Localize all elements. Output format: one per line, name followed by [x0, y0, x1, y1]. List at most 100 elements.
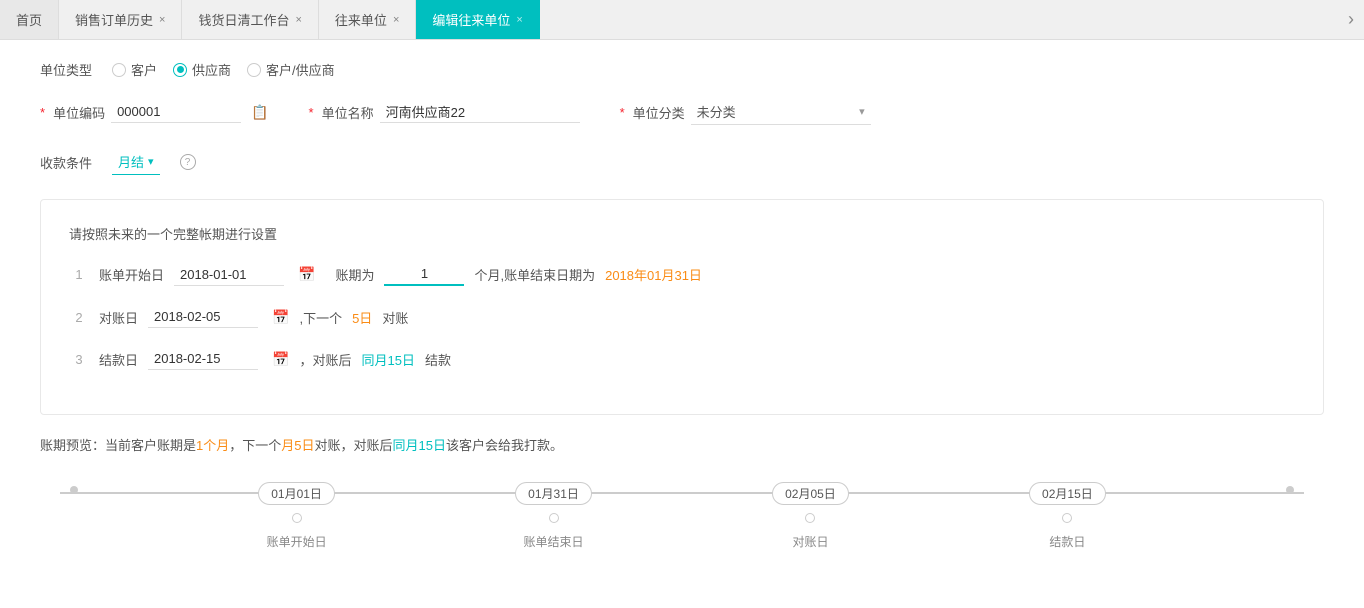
period-suffix-mid-2: 对账: [382, 308, 408, 327]
calendar-icon-2[interactable]: 📅: [272, 309, 289, 326]
period-row-1: 1 账单开始日 📅 账期为 个月,账单结束日期为 2018年01月31日: [69, 263, 1295, 286]
payment-label: 收款条件: [40, 153, 92, 172]
radio-supplier[interactable]: 供应商: [173, 60, 231, 79]
radio-both-circle: [247, 63, 261, 77]
preview-pay-day: 同月15日: [393, 438, 446, 453]
tab-edit-partner-label: 编辑往来单位: [432, 10, 510, 29]
timeline-node-1: 01月01日 账单开始日: [258, 482, 335, 550]
radio-customer-circle: [112, 63, 126, 77]
period-suffix-mid-1: 个月,账单结束日期为: [474, 265, 595, 284]
tab-partner-close[interactable]: ×: [393, 14, 399, 26]
tab-cash-work[interactable]: 钱货日清工作台 ×: [182, 0, 318, 39]
timeline-endpoint-left: [70, 486, 78, 494]
timeline-dot-4: [1062, 513, 1072, 523]
category-required-star: *: [620, 105, 625, 120]
tab-cash-work-label: 钱货日清工作台: [198, 10, 289, 29]
unit-category-dropdown[interactable]: 未分类 ▾: [691, 99, 871, 125]
tab-bar: 首页 销售订单历史 × 钱货日清工作台 × 往来单位 × 编辑往来单位 × ›: [0, 0, 1364, 40]
unit-category-label: 单位分类: [633, 103, 685, 122]
radio-supplier-label: 供应商: [192, 60, 231, 79]
unit-category-group: * 单位分类 未分类 ▾: [620, 99, 871, 125]
timeline-node-2: 01月31日 账单结束日: [515, 482, 592, 550]
code-required-star: *: [40, 105, 45, 120]
period-num-1: 1: [69, 267, 89, 282]
preview-mid1: ，下一个: [229, 438, 281, 453]
period-date-3[interactable]: [148, 348, 258, 370]
timeline-date-1: 01月01日: [258, 482, 335, 505]
calendar-icon-1[interactable]: 📅: [298, 266, 315, 283]
period-month-input[interactable]: [384, 263, 464, 286]
timeline-label-4: 结款日: [1049, 533, 1085, 550]
tab-home-label: 首页: [16, 10, 42, 29]
calendar-icon-3[interactable]: 📅: [272, 351, 289, 368]
timeline-date-2: 01月31日: [515, 482, 592, 505]
unit-type-row: 单位类型 客户 供应商 客户/供应商: [40, 60, 1324, 79]
copy-icon[interactable]: 📋: [251, 104, 268, 121]
tab-sales-history-label: 销售订单历史: [75, 10, 153, 29]
timeline-date-3: 02月05日: [772, 482, 849, 505]
tab-sales-history[interactable]: 销售订单历史 ×: [59, 0, 182, 39]
period-num-2: 2: [69, 310, 89, 325]
timeline-date-4: 02月15日: [1029, 482, 1106, 505]
payment-row: 收款条件 月结 ▾ ?: [40, 149, 1324, 175]
unit-code-group: * 单位编码 📋: [40, 101, 269, 123]
main-content: 单位类型 客户 供应商 客户/供应商 * 单位编码 📋 *: [0, 40, 1364, 608]
unit-code-input[interactable]: [111, 101, 241, 123]
period-suffix-mid-3: 结款: [425, 350, 451, 369]
tab-home[interactable]: 首页: [0, 0, 59, 39]
timeline-left-end: [70, 482, 78, 550]
period-type-2: 对账日: [99, 308, 138, 327]
period-next-2: 5日: [352, 308, 372, 327]
chevron-right-icon: ›: [1348, 9, 1354, 30]
name-required-star: *: [309, 105, 314, 120]
radio-customer-label: 客户: [131, 60, 157, 79]
timeline-node-4: 02月15日 结款日: [1029, 482, 1106, 550]
period-date-2[interactable]: [148, 306, 258, 328]
payment-chevron-icon: ▾: [148, 155, 154, 168]
unit-type-label: 单位类型: [40, 60, 92, 79]
period-date-1[interactable]: [174, 264, 284, 286]
period-suffix-pre-1: 账期为: [335, 265, 374, 284]
preview-period: 1个月: [196, 438, 229, 453]
timeline-section: 01月01日 账单开始日 01月31日 账单结束日 02月05日 对账日 02月…: [40, 482, 1324, 550]
timeline-dot-1: [292, 513, 302, 523]
period-type-3: 结款日: [99, 350, 138, 369]
tab-sales-history-close[interactable]: ×: [159, 14, 165, 26]
period-end-date-1: 2018年01月31日: [605, 265, 702, 284]
tab-edit-partner[interactable]: 编辑往来单位 ×: [416, 0, 539, 39]
tab-edit-partner-close[interactable]: ×: [516, 14, 522, 26]
unit-details-row: * 单位编码 📋 * 单位名称 * 单位分类 未分类 ▾: [40, 99, 1324, 125]
period-row-2: 2 对账日 📅 ,下一个 5日 对账: [69, 306, 1295, 328]
radio-supplier-circle: [173, 63, 187, 77]
tab-partner[interactable]: 往来单位 ×: [319, 0, 416, 39]
unit-code-label: 单位编码: [53, 103, 105, 122]
timeline-dot-3: [805, 513, 815, 523]
tab-cash-work-close[interactable]: ×: [295, 14, 301, 26]
unit-type-radio-group: 客户 供应商 客户/供应商: [112, 60, 335, 79]
period-suffix-pre-2: ,下一个: [299, 308, 342, 327]
radio-both-label: 客户/供应商: [266, 60, 335, 79]
unit-category-value: 未分类: [697, 102, 855, 121]
period-type-1: 账单开始日: [99, 265, 164, 284]
panel-hint: 请按照未来的一个完整帐期进行设置: [69, 224, 1295, 243]
radio-both[interactable]: 客户/供应商: [247, 60, 335, 79]
chevron-down-icon: ▾: [859, 105, 865, 118]
tab-expand-button[interactable]: ›: [1338, 0, 1364, 39]
timeline-right-end: [1286, 482, 1294, 550]
period-suffix-pre-3: ，对账后: [299, 350, 351, 369]
timeline-label-3: 对账日: [792, 533, 828, 550]
help-icon[interactable]: ?: [180, 154, 196, 170]
timeline-label-2: 账单结束日: [524, 533, 584, 550]
tab-partner-label: 往来单位: [335, 10, 387, 29]
radio-customer[interactable]: 客户: [112, 60, 157, 79]
period-panel: 请按照未来的一个完整帐期进行设置 1 账单开始日 📅 账期为 个月,账单结束日期…: [40, 199, 1324, 415]
preview-section: 账期预览：当前客户账期是1个月，下一个月5日对账，对账后同月15日该客户会给我打…: [40, 435, 1324, 454]
timeline-nodes: 01月01日 账单开始日 01月31日 账单结束日 02月05日 对账日 02月…: [70, 482, 1294, 550]
preview-prefix: 账期预览：当前客户账期是: [40, 438, 196, 453]
payment-dropdown[interactable]: 月结 ▾: [112, 149, 160, 175]
period-num-3: 3: [69, 352, 89, 367]
unit-name-label: 单位名称: [322, 103, 374, 122]
unit-name-input[interactable]: [380, 101, 580, 123]
preview-check-day: 月5日: [281, 438, 314, 453]
timeline-node-3: 02月05日 对账日: [772, 482, 849, 550]
